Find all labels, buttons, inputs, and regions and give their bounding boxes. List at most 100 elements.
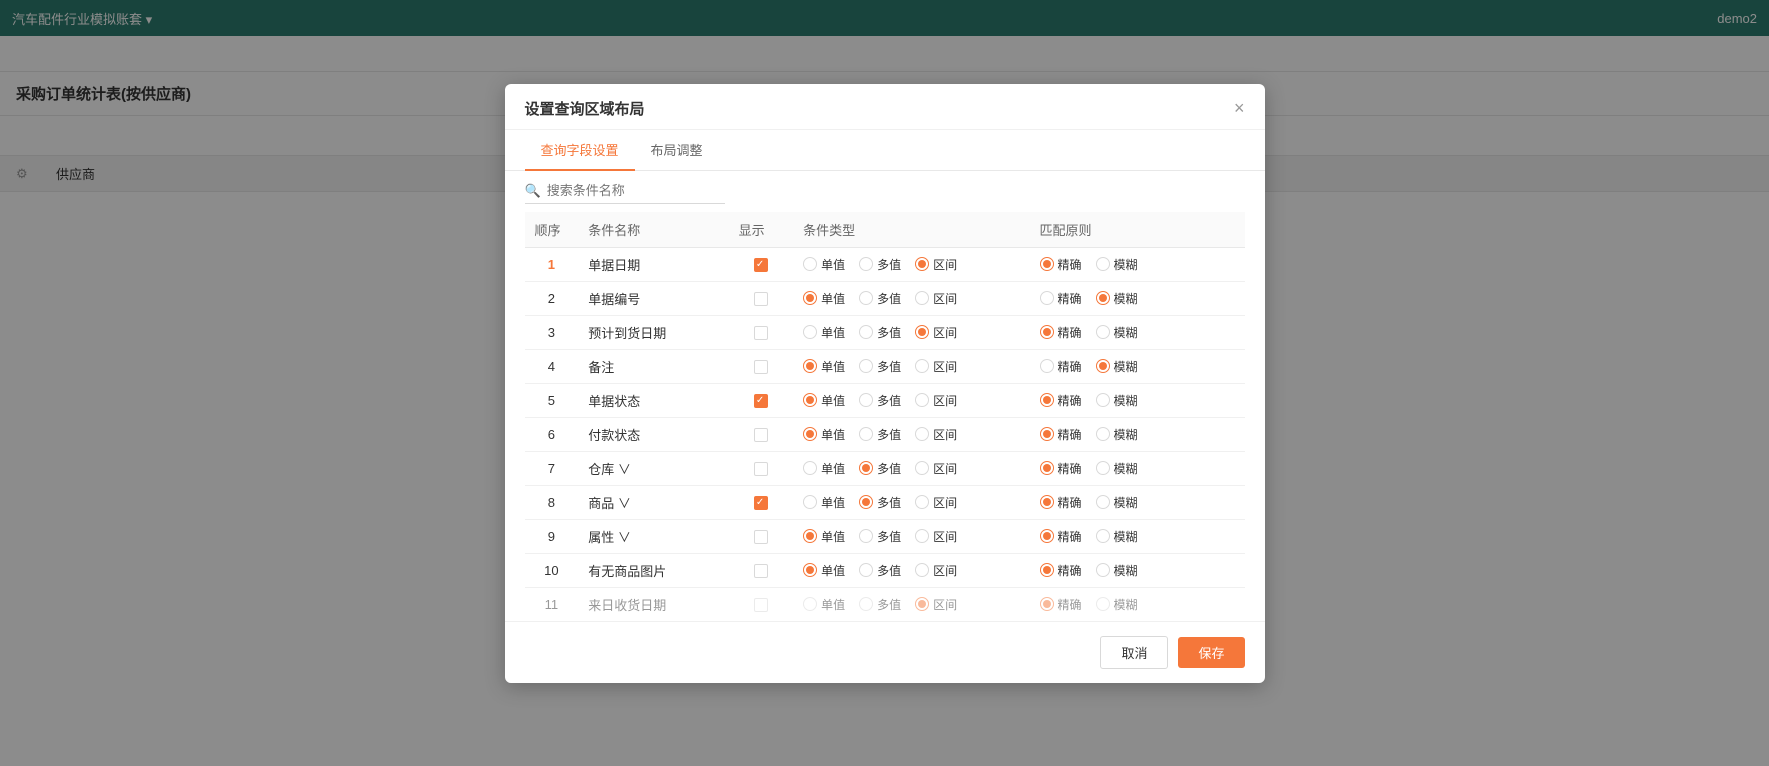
match-option-精确[interactable]: 精确	[1040, 324, 1082, 341]
row-show-checkbox[interactable]	[729, 587, 793, 621]
table-row: 2单据编号单值多值区间精确模糊	[525, 281, 1245, 315]
row-type-options: 单值多值区间	[793, 349, 1029, 383]
type-option-单值[interactable]: 单值	[803, 460, 845, 477]
show-checkbox-icon[interactable]	[754, 326, 768, 340]
type-option-单值[interactable]: 单值	[803, 426, 845, 443]
match-option-模糊[interactable]: 模糊	[1096, 562, 1138, 579]
type-option-区间[interactable]: 区间	[915, 358, 957, 375]
show-checkbox-icon[interactable]	[754, 360, 768, 374]
search-box: 🔍	[525, 183, 725, 204]
row-match-options: 精确模糊	[1030, 383, 1245, 417]
match-option-精确[interactable]: 精确	[1040, 528, 1082, 545]
match-option-模糊[interactable]: 模糊	[1096, 392, 1138, 409]
type-option-区间[interactable]: 区间	[915, 562, 957, 579]
row-show-checkbox[interactable]	[729, 485, 793, 519]
type-option-多值[interactable]: 多值	[859, 460, 901, 477]
row-order: 9	[525, 519, 579, 553]
show-checkbox-icon[interactable]	[754, 564, 768, 578]
type-option-区间[interactable]: 区间	[915, 290, 957, 307]
tab-layout-adjust[interactable]: 布局调整	[635, 130, 719, 171]
type-option-多值[interactable]: 多值	[859, 562, 901, 579]
show-checkbox-icon[interactable]	[754, 598, 768, 612]
cancel-button[interactable]: 取消	[1100, 636, 1168, 669]
type-option-多值[interactable]: 多值	[859, 596, 901, 613]
type-option-单值[interactable]: 单值	[803, 358, 845, 375]
show-checkbox-icon[interactable]	[754, 258, 768, 272]
match-option-精确[interactable]: 精确	[1040, 426, 1082, 443]
type-option-单值[interactable]: 单值	[803, 596, 845, 613]
type-option-区间[interactable]: 区间	[915, 596, 957, 613]
match-option-模糊[interactable]: 模糊	[1096, 324, 1138, 341]
row-order: 6	[525, 417, 579, 451]
row-show-checkbox[interactable]	[729, 247, 793, 281]
row-show-checkbox[interactable]	[729, 349, 793, 383]
row-show-checkbox[interactable]	[729, 451, 793, 485]
row-condition-name: 属性 ∨	[578, 519, 728, 553]
modal-table-area: 顺序 条件名称 显示 条件类型 匹配原则 1单据日期单值多值区间精确模糊2单据编…	[505, 212, 1265, 621]
search-input[interactable]	[547, 183, 707, 198]
show-checkbox-icon[interactable]	[754, 530, 768, 544]
row-show-checkbox[interactable]	[729, 519, 793, 553]
row-show-checkbox[interactable]	[729, 553, 793, 587]
type-option-单值[interactable]: 单值	[803, 256, 845, 273]
type-option-单值[interactable]: 单值	[803, 290, 845, 307]
show-checkbox-icon[interactable]	[754, 428, 768, 442]
match-option-精确[interactable]: 精确	[1040, 290, 1082, 307]
match-option-模糊[interactable]: 模糊	[1096, 494, 1138, 511]
match-option-精确[interactable]: 精确	[1040, 392, 1082, 409]
type-option-单值[interactable]: 单值	[803, 324, 845, 341]
row-condition-name: 预计到货日期	[578, 315, 728, 349]
match-option-模糊[interactable]: 模糊	[1096, 358, 1138, 375]
match-option-精确[interactable]: 精确	[1040, 562, 1082, 579]
save-button[interactable]: 保存	[1178, 637, 1244, 668]
type-option-区间[interactable]: 区间	[915, 324, 957, 341]
type-option-多值[interactable]: 多值	[859, 392, 901, 409]
type-option-区间[interactable]: 区间	[915, 426, 957, 443]
match-option-精确[interactable]: 精确	[1040, 358, 1082, 375]
match-option-模糊[interactable]: 模糊	[1096, 290, 1138, 307]
radio-dot-icon	[1096, 563, 1110, 577]
show-checkbox-icon[interactable]	[754, 394, 768, 408]
conditions-table: 顺序 条件名称 显示 条件类型 匹配原则 1单据日期单值多值区间精确模糊2单据编…	[525, 212, 1245, 621]
type-option-多值[interactable]: 多值	[859, 324, 901, 341]
row-show-checkbox[interactable]	[729, 383, 793, 417]
match-option-精确[interactable]: 精确	[1040, 256, 1082, 273]
match-option-精确[interactable]: 精确	[1040, 596, 1082, 613]
type-option-多值[interactable]: 多值	[859, 426, 901, 443]
type-option-区间[interactable]: 区间	[915, 256, 957, 273]
row-show-checkbox[interactable]	[729, 417, 793, 451]
modal-close-button[interactable]: ×	[1234, 98, 1245, 119]
match-option-精确[interactable]: 精确	[1040, 460, 1082, 477]
row-type-options: 单值多值区间	[793, 383, 1029, 417]
radio-label: 区间	[933, 528, 957, 545]
type-option-区间[interactable]: 区间	[915, 494, 957, 511]
show-checkbox-icon[interactable]	[754, 462, 768, 476]
type-option-单值[interactable]: 单值	[803, 562, 845, 579]
match-option-模糊[interactable]: 模糊	[1096, 528, 1138, 545]
type-option-单值[interactable]: 单值	[803, 392, 845, 409]
match-option-精确[interactable]: 精确	[1040, 494, 1082, 511]
type-option-单值[interactable]: 单值	[803, 494, 845, 511]
row-show-checkbox[interactable]	[729, 281, 793, 315]
row-type-options: 单值多值 区间	[793, 519, 1029, 553]
radio-label: 模糊	[1114, 562, 1138, 579]
table-row: 5单据状态单值多值区间精确模糊	[525, 383, 1245, 417]
match-option-模糊[interactable]: 模糊	[1096, 596, 1138, 613]
type-option-多值[interactable]: 多值	[859, 494, 901, 511]
type-option-多值[interactable]: 多值	[859, 290, 901, 307]
match-option-模糊[interactable]: 模糊	[1096, 460, 1138, 477]
type-option-单值[interactable]: 单值	[803, 528, 845, 545]
type-option-区间[interactable]: 区间	[915, 460, 957, 477]
match-option-模糊[interactable]: 模糊	[1096, 426, 1138, 443]
row-show-checkbox[interactable]	[729, 315, 793, 349]
type-option-区间[interactable]: 区间	[915, 528, 957, 545]
tab-query-fields[interactable]: 查询字段设置	[525, 130, 635, 171]
type-option-多值[interactable]: 多值	[859, 256, 901, 273]
type-option-区间[interactable]: 区间	[915, 392, 957, 409]
type-option-多值[interactable]: 多值	[859, 528, 901, 545]
match-option-模糊[interactable]: 模糊	[1096, 256, 1138, 273]
show-checkbox-icon[interactable]	[754, 292, 768, 306]
type-option-多值[interactable]: 多值	[859, 358, 901, 375]
radio-dot-icon	[859, 529, 873, 543]
show-checkbox-icon[interactable]	[754, 496, 768, 510]
